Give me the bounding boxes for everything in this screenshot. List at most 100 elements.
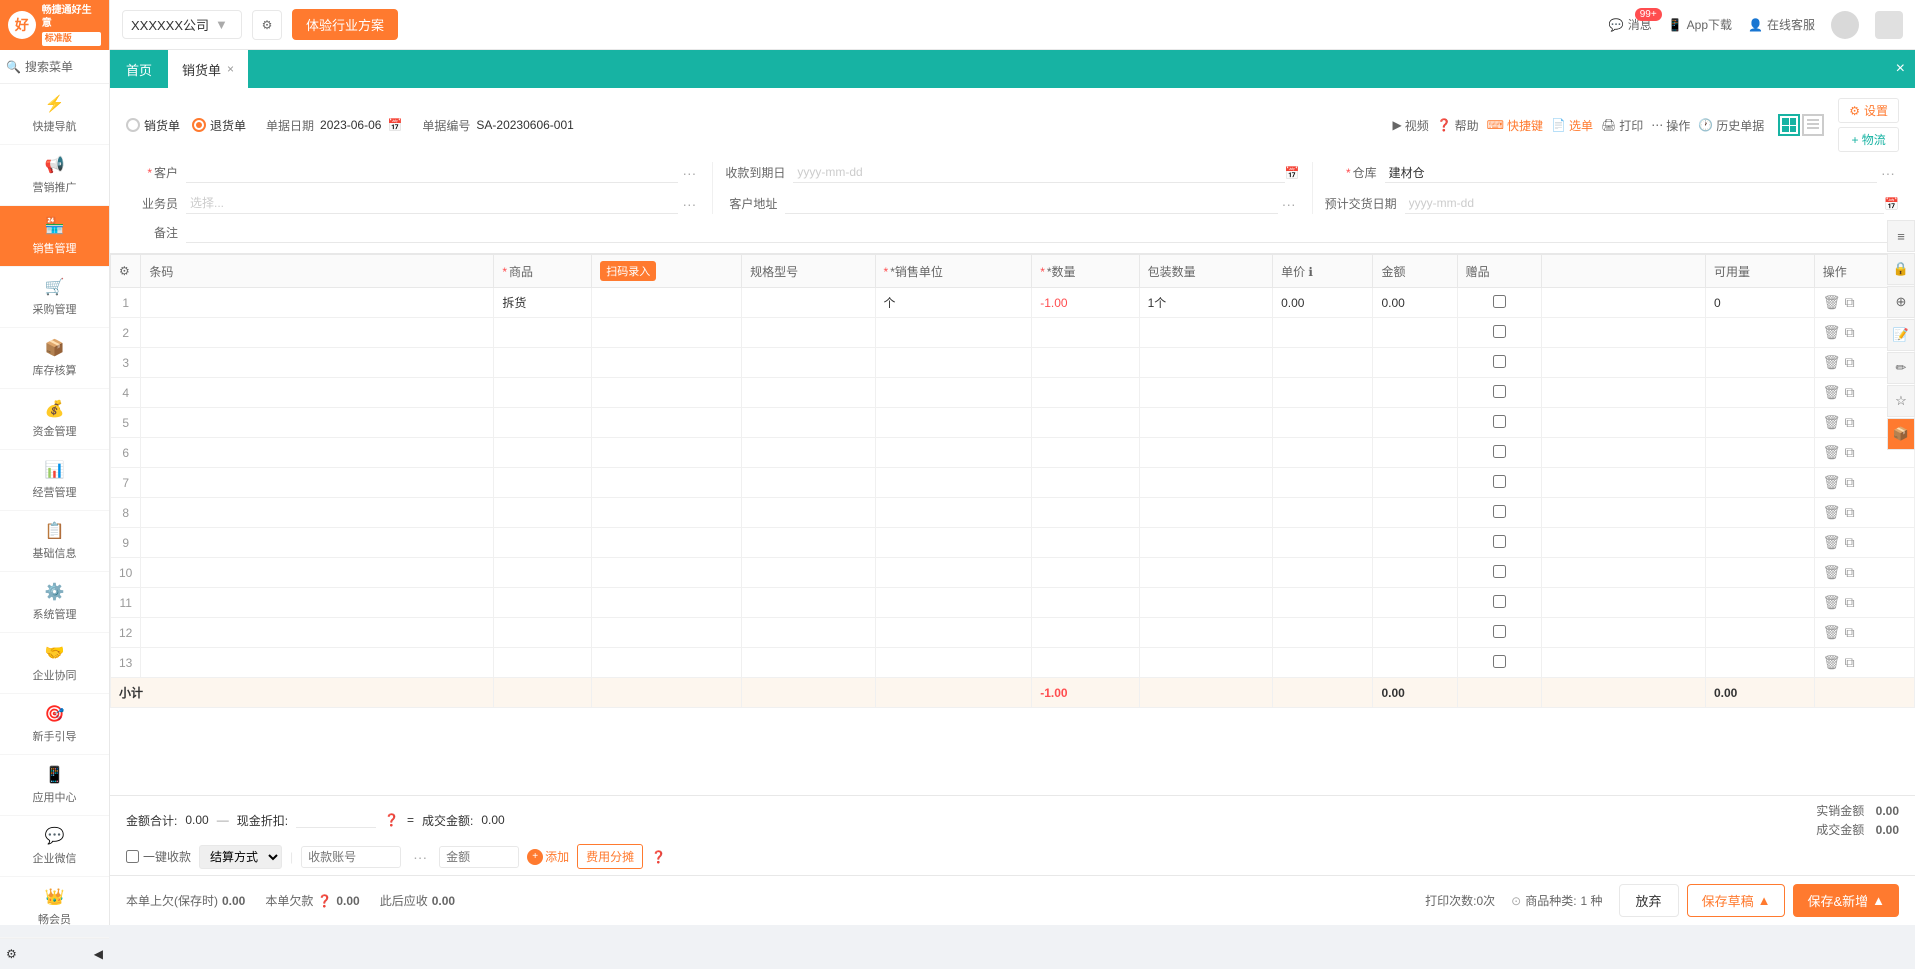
cell-qty[interactable] (1032, 558, 1139, 588)
cell-price[interactable] (1273, 438, 1373, 468)
sidebar-item-finance[interactable]: 💰 资金管理 (0, 389, 109, 450)
cell-price[interactable] (1273, 378, 1373, 408)
cell-spec[interactable] (742, 498, 875, 528)
copy-row-icon[interactable]: ⧉ (1845, 384, 1855, 401)
select-btn[interactable]: 📄 选单 (1551, 117, 1593, 134)
col-settings[interactable]: ⚙ (111, 255, 141, 288)
cell-gift[interactable] (1457, 498, 1541, 528)
cell-amount[interactable] (1373, 438, 1457, 468)
copy-row-icon[interactable]: ⧉ (1845, 534, 1855, 551)
delivery-date-input[interactable] (1405, 193, 1884, 214)
cell-barcode[interactable] (141, 648, 494, 678)
avatar[interactable] (1831, 11, 1859, 39)
copy-row-icon[interactable]: ⧉ (1845, 324, 1855, 341)
cell-unit[interactable] (875, 588, 1032, 618)
delete-row-icon[interactable]: 🗑 (1823, 594, 1841, 611)
delete-row-icon[interactable]: 🗑 (1823, 534, 1841, 551)
cell-product[interactable] (494, 528, 592, 558)
app-download-button[interactable]: 📱 App下载 (1668, 16, 1732, 33)
delete-row-icon[interactable]: 🗑 (1823, 354, 1841, 371)
collapse-icon[interactable]: ◀ (94, 947, 103, 961)
cell-pkg-qty[interactable] (1139, 618, 1272, 648)
float-btn-5[interactable]: ✏ (1887, 352, 1915, 384)
cell-barcode[interactable] (141, 498, 494, 528)
cell-price[interactable] (1273, 618, 1373, 648)
copy-row-icon[interactable]: ⧉ (1845, 564, 1855, 581)
warehouse-dots-btn[interactable]: ··· (1877, 165, 1899, 181)
cell-gift[interactable] (1457, 438, 1541, 468)
delete-row-icon[interactable]: 🗑 (1823, 624, 1841, 641)
delivery-calendar-icon[interactable]: 📅 (1884, 197, 1899, 211)
salesperson-dots-btn[interactable]: ··· (678, 196, 700, 212)
setup-button[interactable]: ⚙ 设置 (1838, 98, 1899, 123)
trial-button[interactable]: 体验行业方案 (292, 9, 398, 40)
cell-gift[interactable] (1457, 408, 1541, 438)
delete-row-icon[interactable]: 🗑 (1823, 384, 1841, 401)
operations-btn[interactable]: ⋯ 操作 (1651, 117, 1690, 134)
cell-spec[interactable] (742, 648, 875, 678)
cell-gift[interactable] (1457, 468, 1541, 498)
cell-pkg-qty[interactable] (1139, 648, 1272, 678)
payment-amount-input[interactable] (439, 846, 519, 868)
cell-barcode[interactable] (141, 468, 494, 498)
shortcut-btn[interactable]: ⌨ 快捷键 (1487, 117, 1543, 134)
cell-unit[interactable] (875, 528, 1032, 558)
cell-product[interactable] (494, 618, 592, 648)
cell-gift[interactable] (1457, 288, 1541, 318)
cell-unit[interactable] (875, 468, 1032, 498)
sidebar-item-purchase-mgmt[interactable]: 🛒 采购管理 (0, 267, 109, 328)
cell-unit[interactable] (875, 438, 1032, 468)
cell-price[interactable] (1273, 318, 1373, 348)
cell-spec[interactable] (742, 588, 875, 618)
cell-pkg-qty[interactable] (1139, 498, 1272, 528)
cell-pkg-qty[interactable]: 1个 (1139, 288, 1272, 318)
float-btn-1[interactable]: ≡ (1887, 220, 1915, 252)
delete-row-icon[interactable]: 🗑 (1823, 564, 1841, 581)
cell-amount[interactable] (1373, 558, 1457, 588)
customer-dots-btn[interactable]: ··· (678, 165, 700, 181)
cell-unit[interactable] (875, 498, 1032, 528)
view-toggle-grid[interactable] (1778, 114, 1800, 136)
copy-row-icon[interactable]: ⧉ (1845, 594, 1855, 611)
float-btn-2[interactable]: 🔒 (1887, 253, 1915, 285)
delete-row-icon[interactable]: 🗑 (1823, 444, 1841, 461)
cell-pkg-qty[interactable] (1139, 318, 1272, 348)
delete-row-icon[interactable]: 🗑 (1823, 474, 1841, 491)
cell-product[interactable] (494, 438, 592, 468)
cell-price[interactable] (1273, 498, 1373, 528)
fee-split-button[interactable]: 费用分摊 (577, 844, 643, 869)
copy-row-icon[interactable]: ⧉ (1845, 444, 1855, 461)
sidebar-item-app-center[interactable]: 📱 应用中心 (0, 755, 109, 816)
cell-barcode[interactable] (141, 348, 494, 378)
cell-amount[interactable] (1373, 648, 1457, 678)
cell-price[interactable] (1273, 528, 1373, 558)
sidebar-item-members[interactable]: 👑 畅会员 (0, 877, 109, 938)
cell-qty[interactable] (1032, 408, 1139, 438)
video-btn[interactable]: ▶ 视频 (1392, 117, 1428, 134)
copy-row-icon[interactable]: ⧉ (1845, 474, 1855, 491)
cell-amount[interactable] (1373, 588, 1457, 618)
cell-pkg-qty[interactable] (1139, 348, 1272, 378)
delete-row-icon[interactable]: 🗑 (1823, 324, 1841, 341)
cell-gift[interactable] (1457, 558, 1541, 588)
cell-spec[interactable] (742, 318, 875, 348)
sidebar-item-corp-wechat[interactable]: 💬 企业微信 (0, 816, 109, 877)
tab-bar-close-icon[interactable]: × (1896, 60, 1905, 78)
search-menu[interactable]: 🔍 搜索菜单 (0, 50, 109, 84)
delete-row-icon[interactable]: 🗑 (1823, 504, 1841, 521)
cell-pkg-qty[interactable] (1139, 408, 1272, 438)
warehouse-input[interactable] (1385, 162, 1877, 183)
save-new-button[interactable]: 保存&新增 ▲ (1793, 884, 1899, 917)
col-scan-btn[interactable]: 扫码录入 (592, 255, 742, 288)
cell-unit[interactable] (875, 348, 1032, 378)
online-service-button[interactable]: 👤 在线客服 (1748, 16, 1815, 33)
cell-spec[interactable] (742, 468, 875, 498)
cell-product[interactable] (494, 468, 592, 498)
cell-spec[interactable] (742, 348, 875, 378)
copy-row-icon[interactable]: ⧉ (1845, 354, 1855, 371)
one-click-pay-checkbox[interactable]: 一键收款 (126, 848, 191, 865)
sidebar-item-marketing[interactable]: 📢 营销推广 (0, 145, 109, 206)
cell-product[interactable] (494, 588, 592, 618)
cell-amount[interactable]: 0.00 (1373, 288, 1457, 318)
sidebar-item-quick-nav[interactable]: ⚡ 快捷导航 (0, 84, 109, 145)
